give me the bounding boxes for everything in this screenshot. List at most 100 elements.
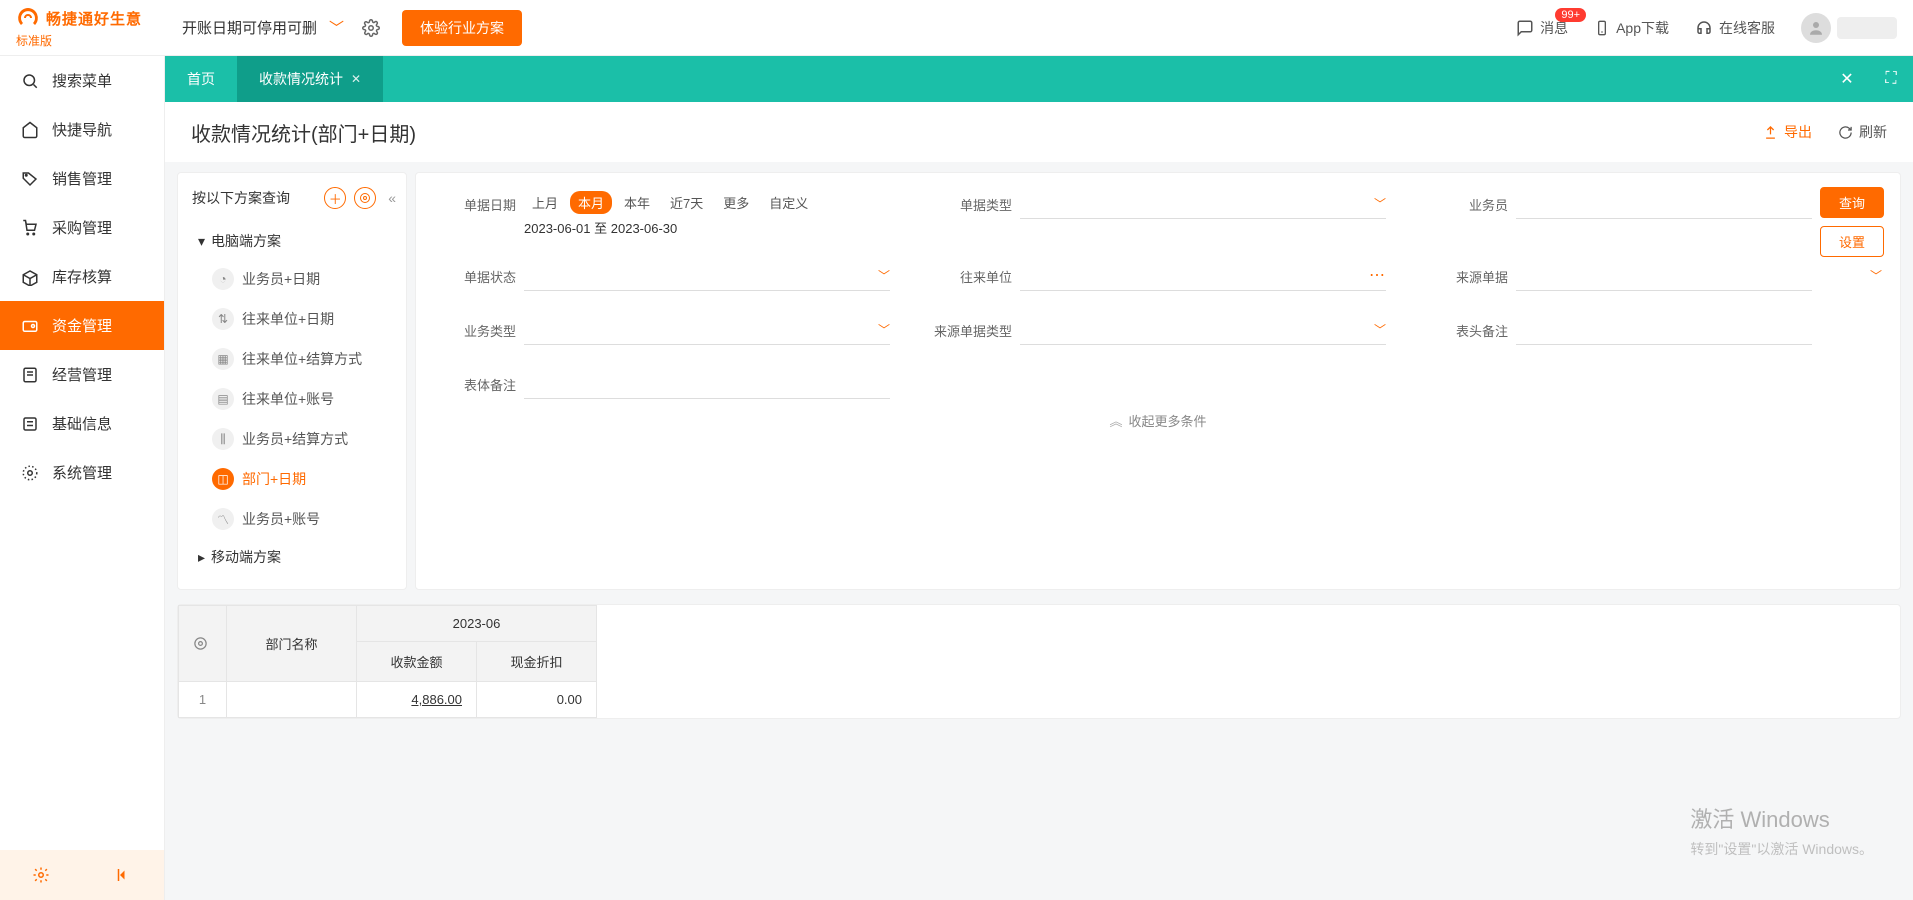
biz-type-select[interactable] [524,317,890,345]
partner-input[interactable] [1020,263,1386,291]
scheme-item-salesman-settle[interactable]: ⫼业务员+结算方式 [212,419,396,459]
result-table: 部门名称 2023-06 收款金额 现金折扣 1 4,886.00 0.00 [177,604,1901,719]
range-this-year[interactable]: 本年 [616,191,658,214]
tab-home[interactable]: 首页 [165,56,237,102]
range-last7[interactable]: 近7天 [662,191,711,214]
nav-inventory[interactable]: 库存核算 [0,252,164,301]
brand-edition: 标准版 [16,32,52,49]
scheme-item-partner-date[interactable]: ⇅往来单位+日期 [212,299,396,339]
add-scheme-button[interactable]: ＋ [324,187,346,209]
footer-settings-icon[interactable] [32,866,50,884]
report-icon [20,365,40,385]
scheme-group-pc[interactable]: ▾电脑端方案 [192,223,396,259]
range-last-month[interactable]: 上月 [524,191,566,214]
nav-purchase[interactable]: 采购管理 [0,203,164,252]
label-bill-type: 单据类型 [930,191,1012,214]
tab-current[interactable]: 收款情况统计 ✕ [237,56,383,102]
nav-system[interactable]: 系统管理 [0,448,164,497]
bill-type-select[interactable] [1020,191,1386,219]
refresh-icon [1838,125,1853,140]
range-custom[interactable]: 自定义 [761,191,816,214]
body-remark-input[interactable] [524,371,890,399]
chat-icon [1516,19,1534,37]
user-menu[interactable] [1801,13,1897,43]
label-body-remark: 表体备注 [434,371,516,394]
brand-mark-icon [16,6,40,30]
chevron-down-icon: ﹀ [878,267,890,284]
collapse-panel-icon[interactable]: « [388,190,396,206]
collapse-conditions-button[interactable]: ︽收起更多条件 [434,399,1882,440]
brand-name: 畅捷通好生意 [46,8,142,29]
customer-service-link[interactable]: 在线客服 [1695,18,1775,38]
cart-icon [20,218,40,238]
more-icon[interactable]: ⋯ [1369,265,1386,285]
label-source-bill: 来源单据 [1426,263,1508,286]
nav-operation[interactable]: 经营管理 [0,350,164,399]
tab-fullscreen-icon[interactable]: ⛶ [1869,70,1913,88]
messages-link[interactable]: 消息 99+ [1516,18,1568,38]
account-selector[interactable]: 开账日期可停用可删 ﹀ [182,17,344,38]
home-icon [20,120,40,140]
cell-amount[interactable]: 4,886.00 [357,682,477,718]
trend-icon: 〽 [212,508,234,530]
nav-basic[interactable]: 基础信息 [0,399,164,448]
label-salesman: 业务员 [1426,191,1508,214]
label-partner: 往来单位 [930,263,1012,286]
page-header: 收款情况统计(部门+日期) 导出 刷新 [165,102,1913,162]
tab-bar: 首页 收款情况统计 ✕ ✕ ⛶ [165,56,1913,102]
bill-status-select[interactable] [524,263,890,291]
top-bar: 畅捷通好生意 标准版 开账日期可停用可删 ﹀ 体验行业方案 消息 99+ App… [0,0,1913,56]
scheme-item-dept-date[interactable]: ◫部门+日期 [212,459,396,499]
search-icon [20,71,40,91]
footer-collapse-icon[interactable] [114,866,132,884]
scheme-item-partner-account[interactable]: ▤往来单位+账号 [212,379,396,419]
label-head-remark: 表头备注 [1426,317,1508,340]
caret-down-icon: ▾ [198,233,205,250]
cell-dept [227,682,357,718]
nav-funds[interactable]: 资金管理 [0,301,164,350]
form-settings-button[interactable]: 设置 [1820,226,1884,257]
nav-quick[interactable]: 快捷导航 [0,105,164,154]
range-this-month[interactable]: 本月 [570,191,612,214]
col-discount: 现金折扣 [477,642,597,682]
chevron-up-double-icon: ︽ [1109,414,1122,429]
label-biz-type: 业务类型 [434,317,516,340]
date-range-display: 2023-06-01 至 2023-06-30 [524,218,890,237]
col-dept: 部门名称 [227,606,357,682]
range-more[interactable]: 更多 [715,191,757,214]
phone-icon [1594,20,1610,36]
row-index: 1 [179,682,227,718]
source-bill-type-select[interactable] [1020,317,1386,345]
export-button[interactable]: 导出 [1763,122,1812,142]
salesman-input[interactable] [1516,191,1812,219]
settings-icon[interactable] [362,19,380,37]
brand-logo: 畅捷通好生意 标准版 [16,6,142,49]
close-icon[interactable]: ✕ [351,72,361,86]
app-download-link[interactable]: App下载 [1594,18,1669,38]
layout-icon: ◫ [212,468,234,490]
scheme-group-mobile[interactable]: ▸移动端方案 [192,539,396,575]
chevron-down-icon: ﹀ [1374,321,1386,338]
source-bill-select[interactable] [1516,263,1812,291]
scheme-item-salesman-date[interactable]: ◔业务员+日期 [212,259,396,299]
label-source-bill-type: 来源单据类型 [930,317,1012,340]
nav-search[interactable]: 搜索菜单 [0,56,164,105]
refresh-button[interactable]: 刷新 [1838,122,1887,142]
scheme-item-salesman-account[interactable]: 〽业务员+账号 [212,499,396,539]
head-remark-input[interactable] [1516,317,1812,345]
chart-icon: ⇅ [212,308,234,330]
tab-close-all-icon[interactable]: ✕ [1825,69,1869,89]
table-row[interactable]: 1 4,886.00 0.00 [179,682,597,718]
cog-icon [20,463,40,483]
chevron-down-icon: ﹀ [329,17,344,38]
table-settings-header[interactable] [179,606,227,682]
label-bill-status: 单据状态 [434,263,516,286]
chevron-down-icon: ﹀ [1870,267,1882,284]
nav-sales[interactable]: 销售管理 [0,154,164,203]
user-name-placeholder [1837,17,1897,39]
grid-icon: ▦ [212,348,234,370]
scheme-settings-button[interactable] [354,187,376,209]
scheme-item-partner-settle[interactable]: ▦往来单位+结算方式 [212,339,396,379]
more-icon[interactable]: ⋯ [1865,193,1882,213]
experience-button[interactable]: 体验行业方案 [402,10,522,46]
